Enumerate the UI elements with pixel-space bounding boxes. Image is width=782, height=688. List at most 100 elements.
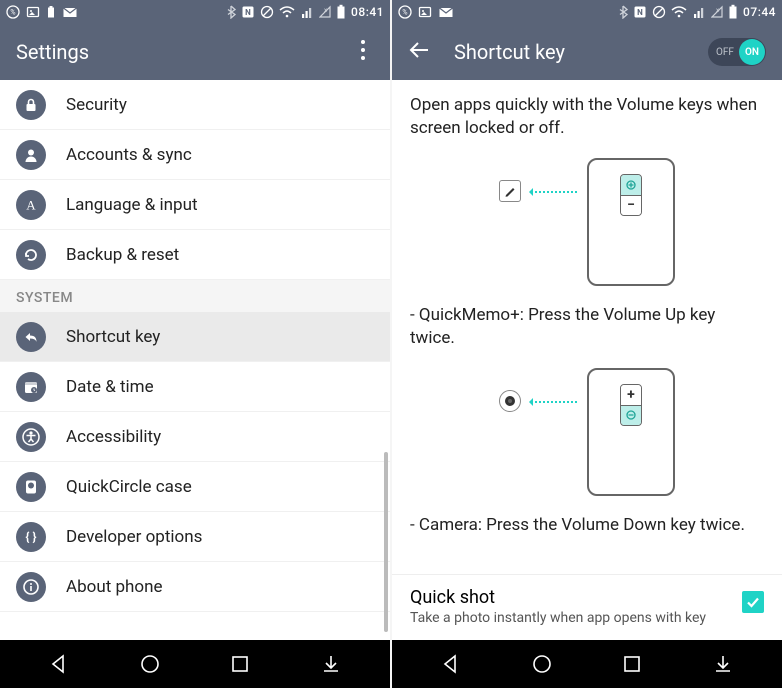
- camera-text: - Camera: Press the Volume Down key twic…: [410, 514, 764, 537]
- about-phone-item[interactable]: About phone: [0, 562, 390, 612]
- settings-title: Settings: [16, 40, 352, 64]
- status-time: 08:41: [351, 5, 384, 19]
- svg-text:x: x: [324, 7, 327, 14]
- download-nav[interactable]: [317, 650, 345, 678]
- list-label: Date & time: [66, 377, 154, 397]
- list-label: Language & input: [66, 195, 198, 215]
- bluetooth-icon: [618, 5, 628, 19]
- back-nav[interactable]: [45, 650, 73, 678]
- shortcut-key-item[interactable]: Shortcut key: [0, 312, 390, 362]
- signal-bars-icon: [300, 5, 314, 19]
- quickmemo-text: - QuickMemo+: Press the Volume Up key tw…: [410, 304, 764, 350]
- nav-bar: [392, 640, 782, 688]
- backup-reset-item[interactable]: Backup & reset: [0, 230, 390, 280]
- svg-text:N: N: [637, 8, 643, 17]
- bluetooth-icon: [226, 5, 236, 19]
- intro-text: Open apps quickly with the Volume keys w…: [410, 94, 764, 140]
- volume-down-key: [621, 405, 641, 425]
- nfc-box-icon: N: [241, 5, 255, 19]
- back-nav[interactable]: [437, 650, 465, 678]
- list-label: Backup & reset: [66, 245, 179, 265]
- home-nav[interactable]: [528, 650, 556, 678]
- mail-icon: [438, 5, 454, 19]
- svg-text:%: %: [402, 9, 407, 17]
- no-sim-icon: [652, 5, 666, 19]
- accessibility-icon: [16, 422, 46, 452]
- volume-down-key: −: [621, 195, 641, 215]
- shortcut-detail[interactable]: Open apps quickly with the Volume keys w…: [392, 80, 782, 574]
- signal-bars-icon: [692, 5, 706, 19]
- security-item[interactable]: Security: [0, 80, 390, 130]
- list-label: QuickCircle case: [66, 477, 192, 497]
- image-icon: [26, 5, 40, 19]
- status-time: 07:44: [743, 5, 776, 19]
- quickshot-item[interactable]: Quick shot Take a photo instantly when a…: [392, 574, 782, 640]
- circle-q-icon: [16, 472, 46, 502]
- battery-icon: [728, 4, 738, 20]
- volume-keys: +: [620, 384, 642, 426]
- shortcut-toggle[interactable]: OFF ON: [708, 38, 766, 66]
- wifi-icon: [279, 5, 295, 19]
- quickcircle-item[interactable]: QuickCircle case: [0, 462, 390, 512]
- lock-icon: [16, 90, 46, 120]
- quickshot-checkbox[interactable]: [742, 591, 764, 613]
- quickmemo-diagram: −: [410, 158, 764, 286]
- percent-icon: %: [6, 5, 20, 19]
- pencil-icon: [499, 180, 521, 202]
- list-label: Shortcut key: [66, 327, 160, 347]
- overflow-menu-icon[interactable]: [352, 31, 374, 74]
- wifi-icon: [671, 5, 687, 19]
- signal-null-icon: x: [319, 5, 331, 19]
- percent-icon: %: [398, 5, 412, 19]
- svg-text:x: x: [716, 7, 719, 14]
- status-bar: % N x 08:41: [0, 0, 390, 24]
- accessibility-item[interactable]: Accessibility: [0, 412, 390, 462]
- settings-screen: % N x 08:41 Settings Security: [0, 0, 390, 688]
- date-time-item[interactable]: Date & time: [0, 362, 390, 412]
- svg-text:%: %: [10, 9, 15, 17]
- developer-options-item[interactable]: { } Developer options: [0, 512, 390, 562]
- phone-outline: −: [587, 158, 675, 286]
- signal-null-icon: x: [711, 5, 723, 19]
- toggle-off-label: OFF: [716, 47, 734, 58]
- list-label: About phone: [66, 577, 163, 597]
- reply-icon: [16, 322, 46, 352]
- shortcut-key-screen: % N x 07:44 Shortcut key OFF ON Open app…: [392, 0, 782, 688]
- svg-text:{ }: { }: [26, 530, 37, 544]
- refresh-icon: [16, 240, 46, 270]
- nav-bar: [0, 640, 390, 688]
- quickshot-desc: Take a photo instantly when app opens wi…: [410, 610, 730, 626]
- no-sim-icon: [260, 5, 274, 19]
- arrow-line: [531, 401, 577, 403]
- volume-up-key: +: [621, 385, 641, 405]
- list-label: Developer options: [66, 527, 202, 547]
- shortcut-title: Shortcut key: [454, 40, 708, 64]
- download-nav[interactable]: [709, 650, 737, 678]
- mail-icon: [62, 5, 78, 19]
- user-icon: [16, 140, 46, 170]
- status-bar: % N x 07:44: [392, 0, 782, 24]
- braces-icon: { }: [16, 522, 46, 552]
- language-input-item[interactable]: A Language & input: [0, 180, 390, 230]
- quickshot-title: Quick shot: [410, 587, 730, 608]
- volume-keys: −: [620, 174, 642, 216]
- calendar-icon: [16, 372, 46, 402]
- info-icon: [16, 572, 46, 602]
- volume-up-key: [621, 175, 641, 195]
- recent-nav[interactable]: [226, 650, 254, 678]
- recent-nav[interactable]: [618, 650, 646, 678]
- back-button[interactable]: [408, 39, 430, 66]
- accounts-sync-item[interactable]: Accounts & sync: [0, 130, 390, 180]
- list-label: Accounts & sync: [66, 145, 192, 165]
- svg-text:N: N: [245, 8, 251, 17]
- system-section-header: SYSTEM: [0, 280, 390, 312]
- home-nav[interactable]: [136, 650, 164, 678]
- settings-list[interactable]: Security Accounts & sync A Language & in…: [0, 80, 390, 640]
- scroll-indicator[interactable]: [384, 452, 388, 632]
- letter-a-icon: A: [16, 190, 46, 220]
- action-bar-shortcut: Shortcut key OFF ON: [392, 24, 782, 80]
- list-label: Accessibility: [66, 427, 161, 447]
- toggle-on-knob: ON: [739, 39, 765, 65]
- action-bar-settings: Settings: [0, 24, 390, 80]
- nfc-box-icon: N: [633, 5, 647, 19]
